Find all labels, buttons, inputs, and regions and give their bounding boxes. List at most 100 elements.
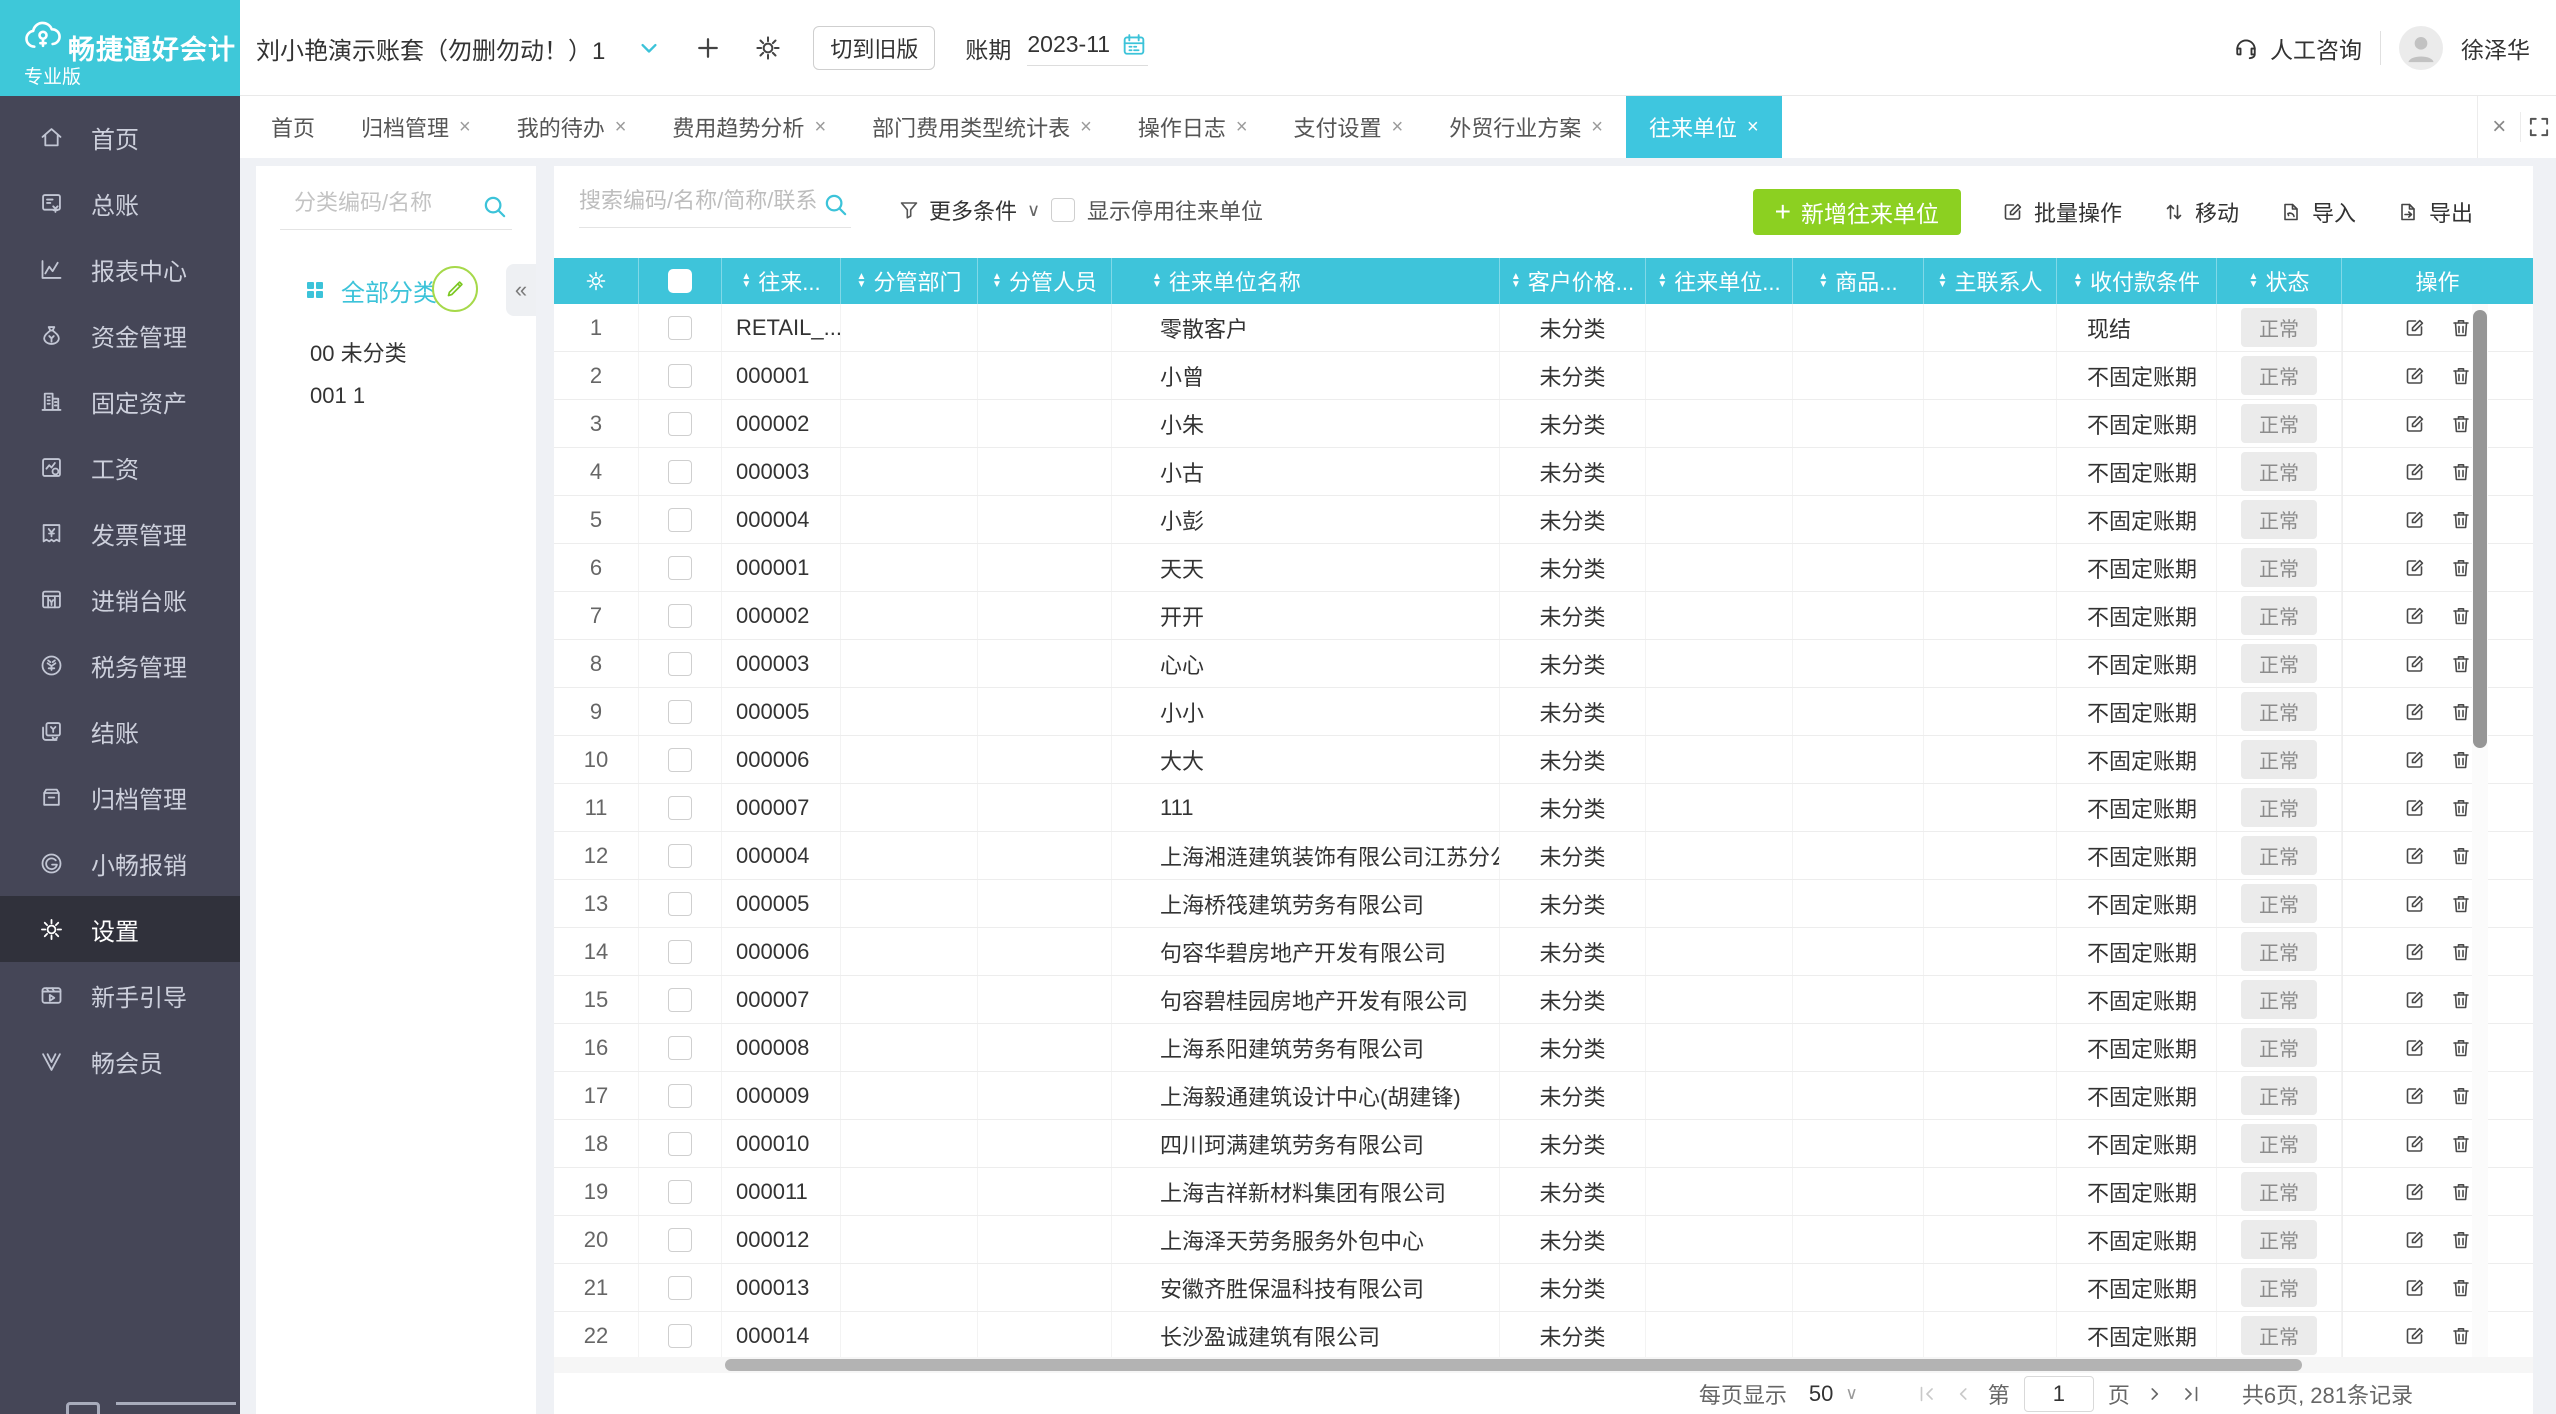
row-delete-icon[interactable] [2449, 748, 2473, 772]
tab-操作日志[interactable]: 操作日志 × [1115, 96, 1271, 158]
row-checkbox[interactable] [668, 843, 692, 868]
column-header-商品...[interactable]: ▲ ▼ 商品... [1793, 258, 1924, 304]
row-delete-icon[interactable] [2449, 1132, 2473, 1156]
row-checkbox[interactable] [668, 747, 692, 772]
column-header-收付款条件[interactable]: ▲ ▼ 收付款条件 [2057, 258, 2217, 304]
sidebar-item-设置[interactable]: 设置 [0, 896, 240, 962]
row-checkbox[interactable] [668, 1227, 692, 1252]
period-value-picker[interactable]: 2023-11 [1027, 31, 1149, 66]
row-edit-icon[interactable] [2403, 412, 2427, 436]
avatar[interactable] [2399, 26, 2443, 70]
horizontal-scrollbar-thumb[interactable] [725, 1359, 2302, 1371]
row-checkbox[interactable] [668, 1275, 692, 1300]
collapse-panel-button[interactable]: « [506, 264, 536, 316]
row-edit-icon[interactable] [2403, 940, 2427, 964]
sidebar-item-首页[interactable]: 首页 [0, 104, 240, 170]
row-checkbox[interactable] [668, 651, 692, 676]
column-header-往来单位名称[interactable]: ▲ ▼ 往来单位名称 [1112, 258, 1500, 304]
table-search-icon[interactable] [821, 190, 851, 220]
tab-首页[interactable]: 首页 [248, 96, 338, 158]
all-categories-label[interactable]: 全部分类 [341, 273, 437, 308]
category-search-input[interactable] [280, 184, 495, 216]
row-edit-icon[interactable] [2403, 652, 2427, 676]
row-edit-icon[interactable] [2403, 748, 2427, 772]
row-delete-icon[interactable] [2449, 1084, 2473, 1108]
row-delete-icon[interactable] [2449, 364, 2473, 388]
row-checkbox[interactable] [668, 699, 692, 724]
row-edit-icon[interactable] [2403, 892, 2427, 916]
export-button[interactable]: 导出 [2396, 196, 2473, 228]
first-page-button[interactable] [1916, 1383, 1938, 1405]
tab-close-icon[interactable]: × [814, 116, 826, 139]
row-checkbox[interactable] [668, 603, 692, 628]
row-delete-icon[interactable] [2449, 1276, 2473, 1300]
tab-部门费用类型统计表[interactable]: 部门费用类型统计表 × [849, 96, 1115, 158]
tab-close-icon[interactable]: × [1747, 116, 1759, 139]
edit-categories-button[interactable] [432, 266, 478, 312]
row-delete-icon[interactable] [2449, 652, 2473, 676]
sort-arrows-icon[interactable]: ▲ ▼ [1818, 272, 1828, 290]
column-header-分管部门[interactable]: ▲ ▼ 分管部门 [841, 258, 978, 304]
vertical-scrollbar[interactable] [2472, 304, 2488, 1357]
row-delete-icon[interactable] [2449, 1228, 2473, 1252]
vertical-scrollbar-thumb[interactable] [2473, 310, 2487, 748]
row-delete-icon[interactable] [2449, 508, 2473, 532]
sidebar-item-报表中心[interactable]: 报表中心 [0, 236, 240, 302]
select-all-checkbox[interactable] [668, 269, 692, 293]
category-item[interactable]: 001 1 [256, 374, 536, 418]
category-item[interactable]: 00 未分类 [256, 330, 536, 374]
row-checkbox[interactable] [668, 411, 692, 436]
row-delete-icon[interactable] [2449, 316, 2473, 340]
category-search-icon[interactable] [480, 192, 510, 222]
sort-arrows-icon[interactable]: ▲ ▼ [1152, 272, 1162, 290]
tab-close-icon[interactable]: × [1080, 116, 1092, 139]
row-delete-icon[interactable] [2449, 556, 2473, 580]
import-button[interactable]: 导入 [2279, 196, 2356, 228]
sidebar-item-总账[interactable]: 总账 [0, 170, 240, 236]
column-header-操作[interactable]: 操作 [2342, 258, 2533, 304]
sidebar-partial-item[interactable] [66, 1402, 236, 1414]
row-edit-icon[interactable] [2403, 364, 2427, 388]
sidebar-item-新手引导[interactable]: 新手引导 [0, 962, 240, 1028]
row-edit-icon[interactable] [2403, 1036, 2427, 1060]
row-checkbox[interactable] [668, 1323, 692, 1348]
sidebar-item-畅会员[interactable]: 畅会员 [0, 1028, 240, 1094]
tab-外贸行业方案[interactable]: 外贸行业方案 × [1426, 96, 1626, 158]
column-header-状态[interactable]: ▲ ▼ 状态 [2217, 258, 2342, 304]
sidebar-item-结账[interactable]: 结账 [0, 698, 240, 764]
sidebar-item-资金管理[interactable]: 资金管理 [0, 302, 240, 368]
row-edit-icon[interactable] [2403, 844, 2427, 868]
more-filters-button[interactable]: 更多条件 ∨ [897, 194, 1040, 226]
row-edit-icon[interactable] [2403, 700, 2427, 724]
row-delete-icon[interactable] [2449, 412, 2473, 436]
row-delete-icon[interactable] [2449, 892, 2473, 916]
sort-arrows-icon[interactable]: ▲ ▼ [1938, 272, 1948, 290]
tab-归档管理[interactable]: 归档管理 × [338, 96, 494, 158]
page-number-input[interactable] [2023, 1375, 2094, 1412]
row-checkbox[interactable] [668, 891, 692, 916]
prev-page-button[interactable] [1952, 1383, 1974, 1405]
row-checkbox[interactable] [668, 987, 692, 1012]
close-all-tabs-icon[interactable]: × [2478, 113, 2520, 141]
calendar-icon[interactable] [1120, 31, 1148, 59]
row-checkbox[interactable] [668, 1179, 692, 1204]
account-chevron-down-icon[interactable] [635, 34, 663, 62]
sidebar-item-发票管理[interactable]: 发票管理 [0, 500, 240, 566]
column-header-往来...[interactable]: ▲ ▼ 往来... [722, 258, 841, 304]
tab-close-icon[interactable]: × [1591, 116, 1603, 139]
sidebar-item-小畅报销[interactable]: 小畅报销 [0, 830, 240, 896]
row-edit-icon[interactable] [2403, 1276, 2427, 1300]
row-checkbox[interactable] [668, 315, 692, 340]
row-edit-icon[interactable] [2403, 1324, 2427, 1348]
column-header-主联系人[interactable]: ▲ ▼ 主联系人 [1924, 258, 2057, 304]
show-disabled-toggle[interactable]: 显示停用往来单位 [1051, 194, 1263, 226]
row-checkbox[interactable] [668, 555, 692, 580]
row-delete-icon[interactable] [2449, 1180, 2473, 1204]
sidebar-item-归档管理[interactable]: 归档管理 [0, 764, 240, 830]
sort-arrows-icon[interactable]: ▲ ▼ [1657, 272, 1667, 290]
row-edit-icon[interactable] [2403, 508, 2427, 532]
row-checkbox[interactable] [668, 1131, 692, 1156]
add-partner-button[interactable]: + 新增往来单位 [1752, 189, 1961, 235]
row-edit-icon[interactable] [2403, 1228, 2427, 1252]
sort-arrows-icon[interactable]: ▲ ▼ [992, 272, 1002, 290]
